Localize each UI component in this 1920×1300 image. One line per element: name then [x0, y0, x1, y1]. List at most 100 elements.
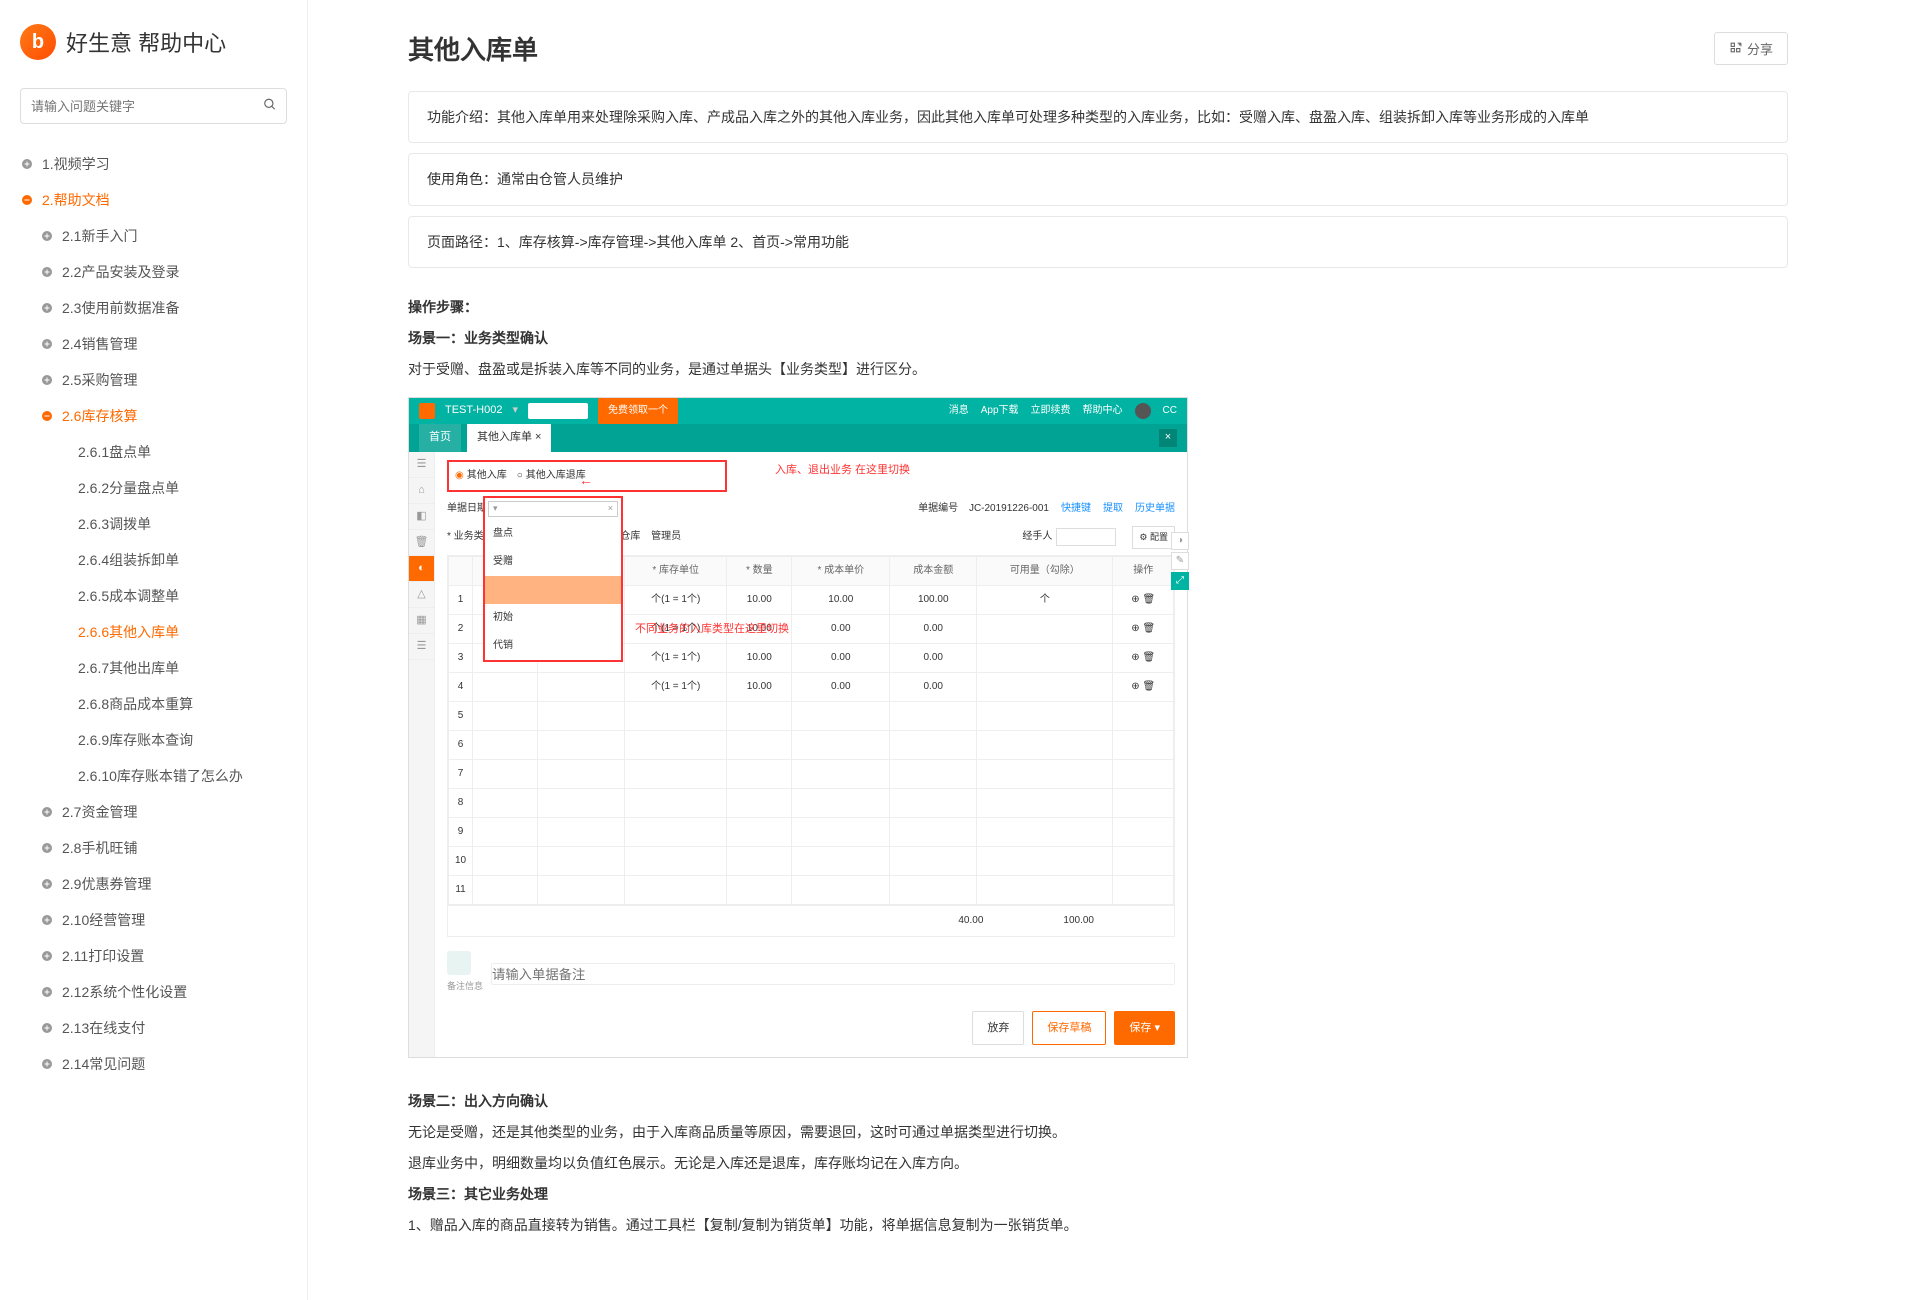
info-role-text: 通常由仓管人员维护	[497, 171, 623, 187]
shot-dd-item: 代销	[485, 632, 621, 660]
shot-dropdown: ▾× 盘点 受赠 初始 代销	[483, 496, 623, 662]
info-path: 页面路径：1、库存核算->库存管理->其他入库单 2、首页->常用功能	[408, 216, 1788, 268]
shot-rt-icon: ⤢	[1171, 572, 1189, 590]
shot-annotation-1: 入库、退出业务 在这里切换	[775, 458, 910, 482]
table-row: 11	[449, 876, 1174, 905]
scene1-title: 场景一：业务类型确认	[408, 330, 548, 346]
shot-sidebar: ☰ ⌂ ◧ 🗑 ◐ △ ▦ ☰	[409, 452, 435, 1058]
nav-2-12[interactable]: 2.12系统个性化设置	[20, 974, 287, 1010]
info-role: 使用角色：通常由仓管人员维护	[408, 153, 1788, 205]
logo-text: 好生意 帮助中心	[66, 26, 226, 58]
nav-2-6-10[interactable]: 2.6.10库存账本错了怎么办	[20, 758, 287, 794]
shot-summary: 40.00 100.00	[448, 905, 1174, 936]
nav-tree: 1.视频学习 2.帮助文档 2.1新手入门 2.2产品安装及登录 2.3使用前数…	[20, 146, 287, 1082]
shot-content: ◉其他入库 ○其他入库退库 ← 入库、退出业务 在这里切换 单据日期 单据编号 …	[435, 452, 1187, 1058]
table-row: 6	[449, 731, 1174, 760]
nav-2-1[interactable]: 2.1新手入门	[20, 218, 287, 254]
share-button[interactable]: 分享	[1714, 32, 1788, 65]
minus-icon	[20, 193, 34, 207]
nav-2-14[interactable]: 2.14常见问题	[20, 1046, 287, 1082]
shot-tab-home: 首页	[419, 420, 461, 454]
shot-tab-current: 其他入库单 ×	[467, 420, 551, 454]
shot-dd-item: 初始	[485, 604, 621, 632]
nav-2-6-2[interactable]: 2.6.2分量盘点单	[20, 470, 287, 506]
shot-org: TEST-H002	[445, 398, 502, 422]
sidebar: b 好生意 帮助中心 1.视频学习 2.帮助文档 2.1新手入门 2.2产品安装…	[0, 0, 308, 1300]
shot-hr-user: CC	[1163, 400, 1177, 422]
plus-icon	[20, 157, 34, 171]
plus-icon	[40, 265, 54, 279]
scene2-title: 场景二：出入方向确认	[408, 1093, 548, 1109]
share-label: 分享	[1747, 39, 1773, 58]
nav-2-6[interactable]: 2.6库存核算	[20, 398, 287, 434]
nav-2-7[interactable]: 2.7资金管理	[20, 794, 287, 830]
shot-side-icon: △	[409, 582, 434, 608]
shot-logo-icon	[419, 403, 435, 419]
nav-2-6-5[interactable]: 2.6.5成本调整单	[20, 578, 287, 614]
shot-side-icon: 🗑	[409, 530, 434, 556]
page-title: 其他入库单	[408, 30, 538, 67]
shot-annotation-2: ↙ 不同业务的入库类型在这里切换	[635, 617, 789, 641]
shot-close-icon: ×	[1159, 429, 1177, 447]
logo-icon: b	[20, 24, 56, 60]
nav-2-6-8[interactable]: 2.6.8商品成本重算	[20, 686, 287, 722]
table-row: 10	[449, 847, 1174, 876]
nav-2-3[interactable]: 2.3使用前数据准备	[20, 290, 287, 326]
nav-helpdoc[interactable]: 2.帮助文档	[20, 182, 287, 218]
scene3-title: 场景三：其它业务处理	[408, 1186, 548, 1202]
plus-icon	[40, 1021, 54, 1035]
content-body: 操作步骤： 场景一：业务类型确认 对于受赠、盘盈或是拆装入库等不同的业务，是通过…	[408, 292, 1788, 1240]
nav-2-11[interactable]: 2.11打印设置	[20, 938, 287, 974]
plus-icon	[40, 913, 54, 927]
nav-2-10[interactable]: 2.10经营管理	[20, 902, 287, 938]
table-row: 5	[449, 702, 1174, 731]
nav-2-2[interactable]: 2.2产品安装及登录	[20, 254, 287, 290]
nav-2-5[interactable]: 2.5采购管理	[20, 362, 287, 398]
nav-2-9[interactable]: 2.9优惠券管理	[20, 866, 287, 902]
plus-icon	[40, 805, 54, 819]
plus-icon	[40, 301, 54, 315]
search-icon[interactable]	[263, 98, 277, 115]
search-wrap	[20, 88, 287, 124]
table-row: 4个(1 = 1个)10.000.000.00⊕ 🗑	[449, 673, 1174, 702]
nav-2-8[interactable]: 2.8手机旺铺	[20, 830, 287, 866]
nav-2-6-7[interactable]: 2.6.7其他出库单	[20, 650, 287, 686]
share-icon	[1729, 41, 1742, 57]
minus-icon	[40, 409, 54, 423]
shot-radio-out: ○其他入库退库	[517, 465, 586, 487]
plus-icon	[40, 841, 54, 855]
shot-right-tools: ◑ ✎ ⤢	[1171, 532, 1189, 590]
shot-btn-save: 保存 ▾	[1114, 1011, 1175, 1045]
shot-side-icon: ☰	[409, 634, 434, 660]
info-intro-label: 功能介绍：	[427, 109, 497, 125]
nav-2-6-1[interactable]: 2.6.1盘点单	[20, 434, 287, 470]
scene2-text1: 无论是受赠，还是其他类型的业务，由于入库商品质量等原因，需要退回，这时可通过单据…	[408, 1117, 1788, 1148]
nav-2-13[interactable]: 2.13在线支付	[20, 1010, 287, 1046]
nav-2-6-4[interactable]: 2.6.4组装拆卸单	[20, 542, 287, 578]
shot-radio-row: ◉其他入库 ○其他入库退库 ←	[447, 460, 727, 492]
shot-remark-input	[491, 963, 1175, 985]
search-input[interactable]	[20, 88, 287, 124]
shot-header: TEST-H002 ▾ 免费领取一个 消息 App下载 立即续费 帮助中心 CC	[409, 398, 1187, 424]
nav-2-6-3[interactable]: 2.6.3调拨单	[20, 506, 287, 542]
plus-icon	[40, 1057, 54, 1071]
shot-hr-help: 帮助中心	[1083, 400, 1123, 422]
shot-side-icon: ◧	[409, 504, 434, 530]
nav-2-6-9[interactable]: 2.6.9库存账本查询	[20, 722, 287, 758]
scene1-text: 对于受赠、盘盈或是拆装入库等不同的业务，是通过单据头【业务类型】进行区分。	[408, 354, 1788, 385]
shot-dd-item: 盘点	[485, 520, 621, 548]
shot-footer: 放弃 保存草稿 保存 ▾	[447, 1011, 1175, 1045]
nav-video[interactable]: 1.视频学习	[20, 146, 287, 182]
shot-tool-history: 历史单据	[1135, 498, 1175, 520]
plus-icon	[40, 337, 54, 351]
table-row: 9	[449, 818, 1174, 847]
table-row: 7	[449, 760, 1174, 789]
shot-rt-icon: ◑	[1171, 532, 1189, 550]
screenshot-mockup: TEST-H002 ▾ 免费领取一个 消息 App下载 立即续费 帮助中心 CC…	[408, 397, 1188, 1059]
nav-2-6-6[interactable]: 2.6.6其他入库单	[20, 614, 287, 650]
shot-hr-app: App下载	[981, 400, 1019, 422]
shot-side-icon-active: ◐	[409, 556, 434, 582]
nav-2-4[interactable]: 2.4销售管理	[20, 326, 287, 362]
shot-rt-icon: ✎	[1171, 552, 1189, 570]
scene3-text: 1、赠品入库的商品直接转为销售。通过工具栏【复制/复制为销货单】功能，将单据信息…	[408, 1210, 1788, 1241]
